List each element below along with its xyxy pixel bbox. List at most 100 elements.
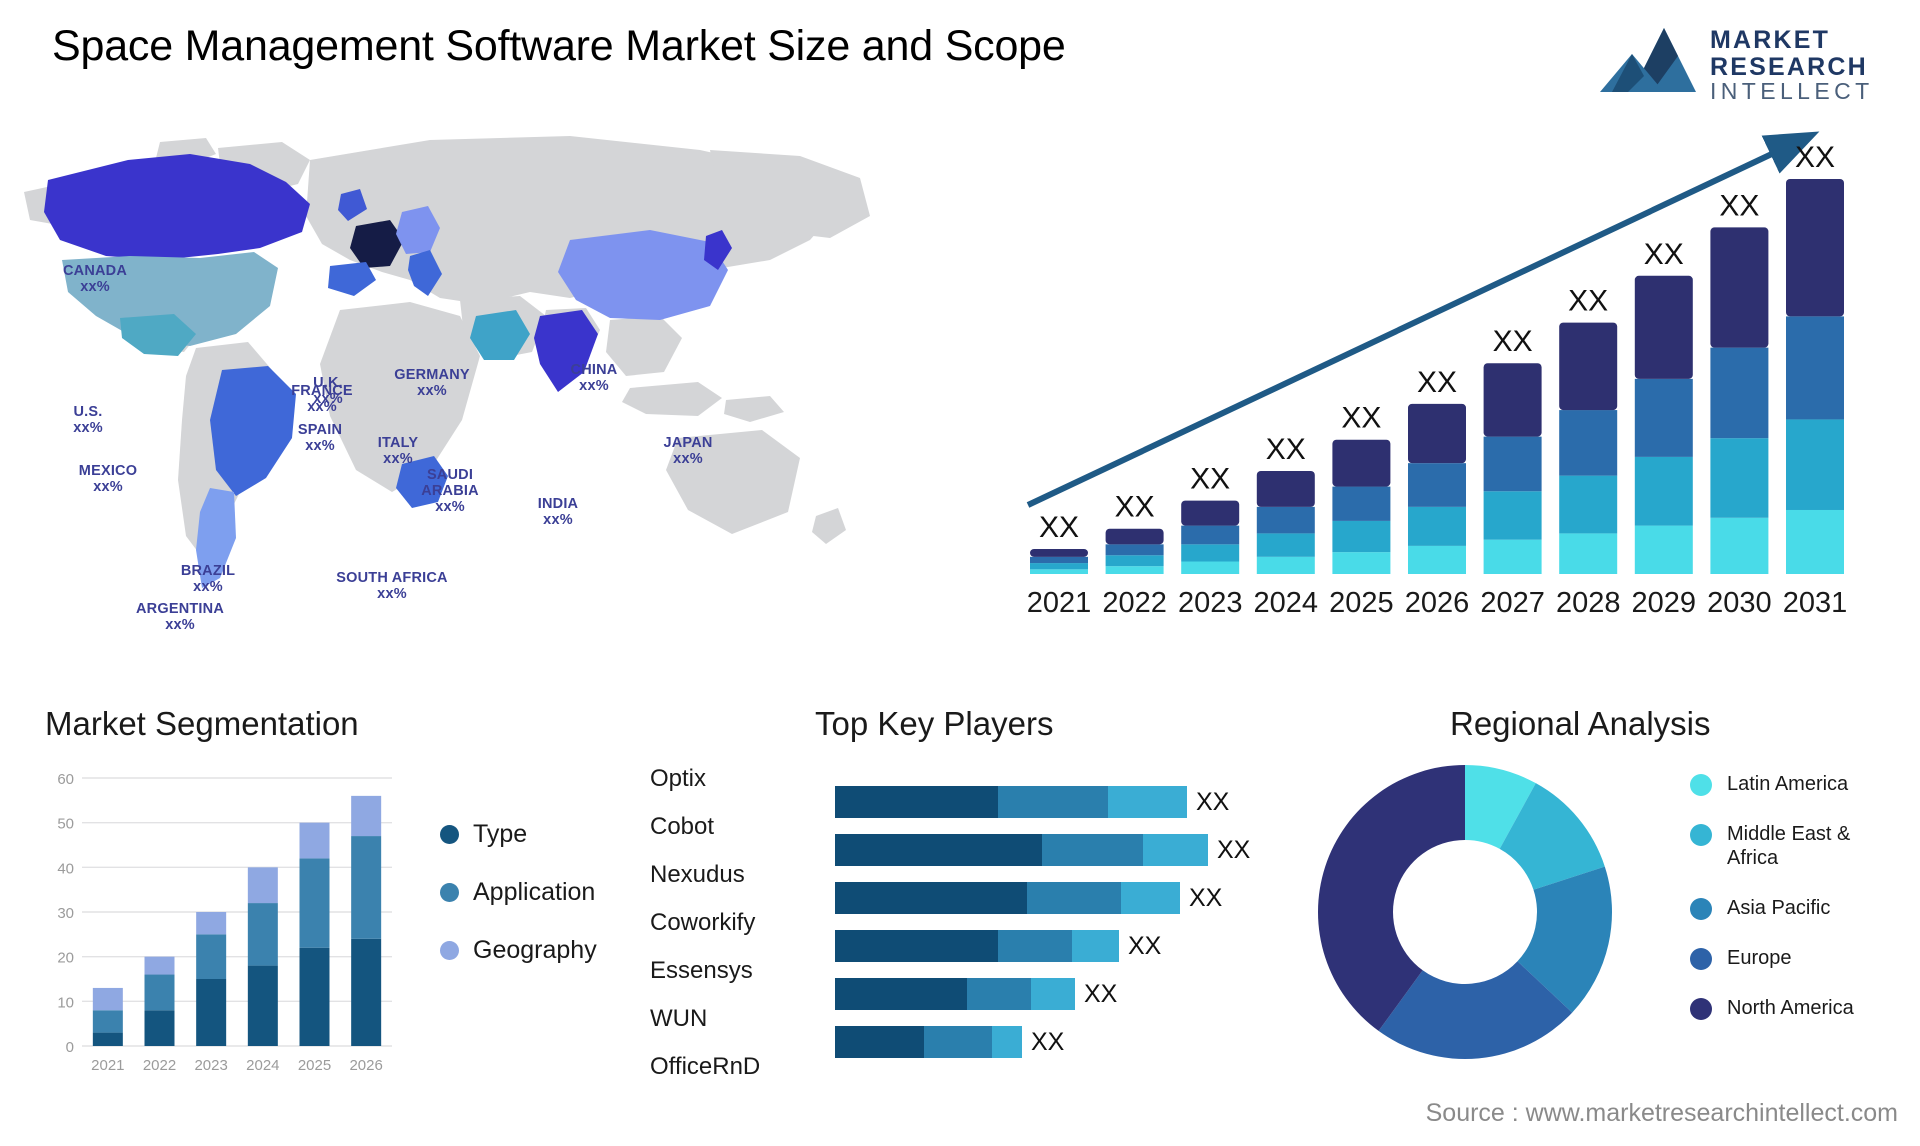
player-bar-segment [998, 930, 1072, 962]
legend-item-application: Application [440, 878, 597, 907]
map-label-brazil: BRAZIL xx% [180, 563, 236, 596]
segmentation-x-tick: 2025 [298, 1057, 331, 1074]
player-bar-segment [835, 786, 998, 818]
growth-year-label: 2028 [1556, 587, 1621, 619]
map-label-japan: JAPAN xx% [663, 435, 713, 468]
segmentation-y-tick: 10 [57, 994, 74, 1011]
growth-bar-segment [1710, 438, 1769, 518]
top-key-players-panel: Optix Cobot Nexudus Coworkify Essensys WUN Off… [650, 700, 1300, 1130]
segmentation-bar-segment [196, 912, 227, 935]
growth-year-label: 2029 [1632, 587, 1697, 619]
segmentation-bar-group [92, 795, 382, 1046]
player-bar-label: XX [1128, 931, 1162, 960]
map-label-india: INDIA xx% [537, 496, 579, 529]
player-bar-label: XX [1189, 883, 1223, 912]
regional-legend-label: Middle East & Africa [1727, 823, 1851, 869]
growth-bar-segment [1256, 506, 1315, 534]
growth-bar-segment [1256, 556, 1315, 574]
map-label-saudi-arabia: SAUDI ARABIA xx% [421, 467, 479, 516]
world-map-panel: CANADA xx% U.S. xx% MEXICO xx% BRAZIL xx% AR… [10, 120, 910, 680]
growth-bar-label: XX [1493, 325, 1533, 358]
segmentation-y-tick: 0 [66, 1039, 74, 1056]
player-name: WUN [650, 1005, 708, 1032]
player-bar-label: XX [1196, 787, 1230, 816]
country-spain [328, 262, 376, 296]
growth-bar-label: XX [1039, 511, 1079, 544]
segmentation-bar-segment [299, 858, 330, 948]
growth-bar-segment [1710, 347, 1769, 439]
regional-legend-item: Middle East & Africa [1690, 822, 1902, 870]
map-label-argentina: ARGENTINA xx% [136, 601, 224, 634]
growth-year-label: 2024 [1254, 587, 1319, 619]
regional-legend-label: Asia Pacific [1727, 897, 1831, 919]
growth-bar-label: XX [1417, 366, 1457, 399]
player-bar-segment [835, 1026, 924, 1058]
player-bar-row: XX [835, 970, 1250, 1018]
source-footer: Source : www.marketresearchintellect.com [1425, 1099, 1898, 1127]
segmentation-bar-segment [92, 1010, 123, 1033]
growth-bar-label: XX [1719, 189, 1759, 222]
segmentation-bar-segment [92, 1032, 123, 1046]
map-label-germany: GERMANY xx% [394, 367, 470, 400]
donut-svg [1318, 765, 1612, 1059]
map-label-south-africa: SOUTH AFRICA xx% [336, 570, 448, 603]
growth-bar-segment [1483, 491, 1542, 540]
growth-bar-label: XX [1644, 238, 1684, 271]
player-bar-list: XX XX XX XX XX XX [835, 778, 1250, 1066]
legend-label-application: Application [473, 878, 596, 906]
growth-bar-segment [1634, 525, 1693, 574]
growth-year-label: 2026 [1405, 587, 1470, 619]
player-bar-row: XX [835, 778, 1250, 826]
player-bar-segment [1042, 834, 1143, 866]
segmentation-gridlines [82, 777, 392, 1047]
segmentation-chart-svg: 0 10 20 30 40 50 60 2021 2022 2023 2024 2025 2026 [57, 771, 392, 1074]
segmentation-y-tick: 60 [57, 771, 74, 788]
growth-bar-label: XX [1190, 463, 1230, 496]
growth-bar-segment [1105, 528, 1164, 545]
growth-bar-segment [1786, 179, 1844, 317]
player-bar-segment [1027, 882, 1121, 914]
player-bar-label: XX [1084, 979, 1118, 1008]
player-name-list: Optix Cobot Nexudus Coworkify Essensys WUN Off… [650, 755, 835, 1091]
legend-label-geography: Geography [473, 936, 597, 964]
player-bar-segment [992, 1026, 1022, 1058]
growth-bar-label: XX [1568, 285, 1608, 318]
map-label-italy: ITALY xx% [377, 435, 419, 468]
segmentation-x-tick: 2021 [91, 1057, 124, 1074]
segmentation-chart: 0 10 20 30 40 50 60 2021 2022 2023 2024 2025 2026 [40, 760, 420, 1090]
growth-bar-segment [1483, 539, 1542, 574]
country-china [558, 230, 728, 320]
growth-year-label: 2027 [1480, 587, 1545, 619]
page-title: Space Management Software Market Size an… [52, 22, 1066, 70]
growth-bar-segment [1634, 275, 1693, 379]
player-bar-segment [998, 786, 1108, 818]
growth-bar-segment [1030, 556, 1088, 564]
segmentation-x-tick: 2026 [349, 1057, 382, 1074]
segmentation-x-tick: 2024 [246, 1057, 279, 1074]
world-map-svg [24, 136, 870, 588]
player-bar-segment [835, 930, 998, 962]
infographic-page: Space Management Software Market Size an… [0, 0, 1920, 1146]
player-bar-segment [1121, 882, 1180, 914]
growth-bar-segment [1559, 322, 1618, 411]
growth-year-label: 2031 [1783, 587, 1848, 619]
growth-bar-segment [1408, 463, 1466, 507]
logo-line-2: RESEARCH [1710, 53, 1868, 81]
segmentation-bar-segment [92, 987, 123, 1011]
player-bar-segment [1143, 834, 1208, 866]
growth-bar-segment [1710, 517, 1769, 574]
segmentation-bar-segment [247, 903, 278, 966]
growth-bar-segment [1105, 544, 1164, 556]
segmentation-bar-segment [299, 822, 330, 859]
growth-bar-segment [1105, 555, 1164, 567]
regional-legend-label: North America [1727, 997, 1854, 1019]
growth-bar-segment [1634, 456, 1693, 526]
growth-forecast-chart: XX XX XX XX XX XX XX XX XX XX XX 2021 2022 2023 2024 2… [1010, 130, 1910, 650]
map-label-us: U.S. xx% [73, 404, 103, 437]
segmentation-bar-segment [144, 1010, 175, 1046]
growth-bar-segment [1332, 552, 1391, 574]
growth-bar-segment [1030, 563, 1088, 570]
growth-year-label: 2025 [1329, 587, 1394, 619]
segmentation-bar-segment [196, 979, 227, 1046]
player-bar-segment [1072, 930, 1119, 962]
